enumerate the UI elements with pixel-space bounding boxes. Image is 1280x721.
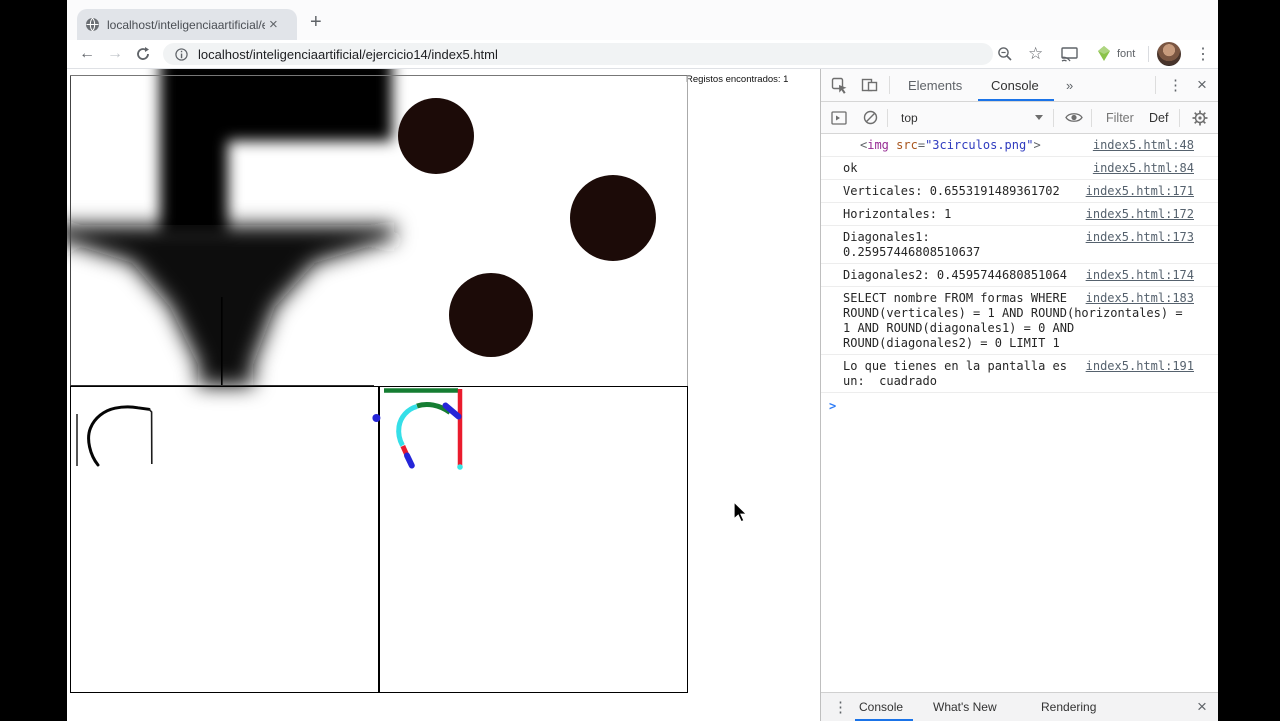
divider: [889, 76, 890, 94]
three-circles-canvas: [374, 75, 688, 386]
console-message: index5.html:183SELECT nombre FROM formas…: [821, 287, 1218, 355]
drawer-tab-console[interactable]: Console: [859, 693, 903, 721]
console-source-link[interactable]: index5.html:173: [1086, 230, 1194, 245]
font-extension-label[interactable]: font: [1117, 40, 1135, 68]
circle-1: [398, 98, 474, 174]
toolbar-divider: [1148, 46, 1149, 62]
context-dropdown-icon[interactable]: [1035, 102, 1043, 133]
console-message-text: <img src="3circulos.png">: [860, 138, 1041, 152]
console-messages: index5.html:48<img src="3circulos.png">i…: [821, 134, 1218, 393]
devtools-tabbar: Elements Console » ⋮ ×: [821, 69, 1218, 102]
console-source-link[interactable]: index5.html:191: [1086, 359, 1194, 374]
browser-menu-icon[interactable]: ⋮: [1195, 40, 1211, 68]
more-tabs-icon[interactable]: »: [1066, 69, 1073, 101]
tab-console[interactable]: Console: [991, 69, 1039, 101]
inspect-element-icon[interactable]: [831, 69, 848, 101]
console-source-link[interactable]: index5.html:174: [1086, 268, 1194, 283]
divider: [887, 109, 888, 127]
tab-title: localhost/inteligenciaartificial/e: [107, 18, 265, 32]
console-message-text: Diagonales2: 0.4595744680851064: [843, 268, 1067, 282]
tab-favicon-globe-icon: [85, 17, 100, 32]
console-message-text: Horizontales: 1: [843, 207, 951, 221]
console-message-text: Verticales: 0.6553191489361702: [843, 184, 1060, 198]
address-bar[interactable]: localhost/inteligenciaartificial/ejercic…: [163, 43, 993, 65]
console-message-text: ok: [843, 161, 857, 175]
console-message: index5.html:84 ok: [821, 157, 1218, 180]
site-info-icon[interactable]: [175, 48, 188, 61]
zoom-icon[interactable]: [997, 40, 1013, 68]
console-filter-input[interactable]: Filter: [1106, 102, 1134, 133]
endpoint-dot-cyan: [457, 464, 463, 470]
clear-console-icon[interactable]: [863, 102, 878, 133]
devtools-menu-icon[interactable]: ⋮: [1168, 69, 1183, 101]
context-selector[interactable]: top: [901, 102, 918, 133]
divider: [1179, 109, 1180, 127]
drawer-menu-icon[interactable]: ⋮: [833, 693, 848, 721]
active-tab-underline: [978, 99, 1054, 102]
arc-left-cyan: [399, 407, 417, 446]
drawing-canvas[interactable]: [70, 386, 379, 693]
console-message-text: Lo que tienes en la pantalla es un: cuad…: [843, 359, 1074, 388]
video-frame: { "browser": { "tab": { "title": "localh…: [0, 0, 1280, 720]
console-sidebar-icon[interactable]: [831, 102, 847, 133]
console-source-link[interactable]: index5.html:171: [1086, 184, 1194, 199]
divider: [1053, 109, 1054, 127]
browser-tab[interactable]: localhost/inteligenciaartificial/e ×: [77, 9, 297, 40]
console-source-link[interactable]: index5.html:172: [1086, 207, 1194, 222]
extension-icon[interactable]: [1097, 40, 1111, 68]
circle-2: [570, 175, 656, 261]
drawer-close-icon[interactable]: ×: [1197, 693, 1207, 721]
browser-toolbar: ← → localhost/inteligenciaartificial/eje…: [67, 40, 1218, 69]
blurred-shape-image: [70, 75, 374, 386]
drawer-tab-rendering[interactable]: Rendering: [1041, 693, 1096, 721]
divider: [1155, 76, 1156, 94]
circle-3: [449, 273, 533, 357]
devtools-close-icon[interactable]: ×: [1197, 69, 1207, 101]
tab-close-icon[interactable]: ×: [269, 17, 278, 32]
console-source-link[interactable]: index5.html:183: [1086, 291, 1194, 306]
new-tab-button[interactable]: +: [310, 11, 322, 34]
records-found-text: Registos encontrados: 1: [686, 74, 788, 85]
console-log-area[interactable]: index5.html:48<img src="3circulos.png">i…: [821, 134, 1218, 692]
console-toolbar: top Filter Def: [821, 102, 1218, 134]
segments-canvas: [379, 386, 688, 693]
console-message: index5.html:171 Verticales: 0.65531914893…: [821, 180, 1218, 203]
drawer-tab-whats-new[interactable]: What's New: [933, 693, 997, 721]
browser-window: localhost/inteligenciaartificial/e × + ←…: [67, 0, 1218, 720]
devtools-panel: Elements Console » ⋮ × top: [820, 69, 1218, 721]
console-prompt-chevron[interactable]: >: [821, 393, 1218, 420]
console-message: index5.html:172 Horizontales: 1: [821, 203, 1218, 226]
pen-stroke-right: [149, 409, 152, 464]
page-viewport: Registos encontrados: 1: [67, 69, 820, 721]
pen-stroke-arc: [89, 407, 149, 465]
cast-icon[interactable]: [1061, 40, 1079, 68]
console-message: index5.html:174 Diagonales2: 0.4595744680…: [821, 264, 1218, 287]
log-levels-dropdown[interactable]: Def: [1149, 102, 1168, 133]
diagonal-segment-blue-1: [446, 406, 459, 417]
console-source-link[interactable]: index5.html:48: [1093, 138, 1194, 153]
bookmark-star-icon[interactable]: ☆: [1028, 40, 1043, 68]
url-text[interactable]: localhost/inteligenciaartificial/ejercic…: [198, 47, 498, 62]
console-message-text: Diagonales1: 0.25957446808510637: [843, 230, 980, 259]
reload-icon[interactable]: [135, 46, 151, 62]
diagonal-segment-blue-2: [407, 456, 412, 466]
device-toolbar-icon[interactable]: [861, 69, 878, 101]
console-settings-gear-icon[interactable]: [1192, 102, 1208, 133]
dot-blue-left: [372, 414, 380, 422]
devtools-drawer: ⋮ Console What's New Rendering ×: [821, 692, 1218, 721]
tab-strip: localhost/inteligenciaartificial/e × +: [67, 0, 1218, 40]
console-source-link[interactable]: index5.html:84: [1093, 161, 1194, 176]
forward-button: →: [107, 43, 123, 65]
console-message: index5.html:191 Lo que tienes en la panta…: [821, 355, 1218, 393]
back-button[interactable]: ←: [79, 43, 95, 65]
console-message: index5.html:173 Diagonales1: 0.2595744680…: [821, 226, 1218, 264]
divider: [1091, 109, 1092, 127]
console-message: index5.html:48 <img src="3circulos.png">: [821, 134, 1218, 157]
profile-avatar[interactable]: [1157, 40, 1181, 68]
live-expression-eye-icon[interactable]: [1065, 102, 1083, 133]
mouse-cursor: [733, 501, 749, 523]
tab-elements[interactable]: Elements: [908, 69, 962, 101]
